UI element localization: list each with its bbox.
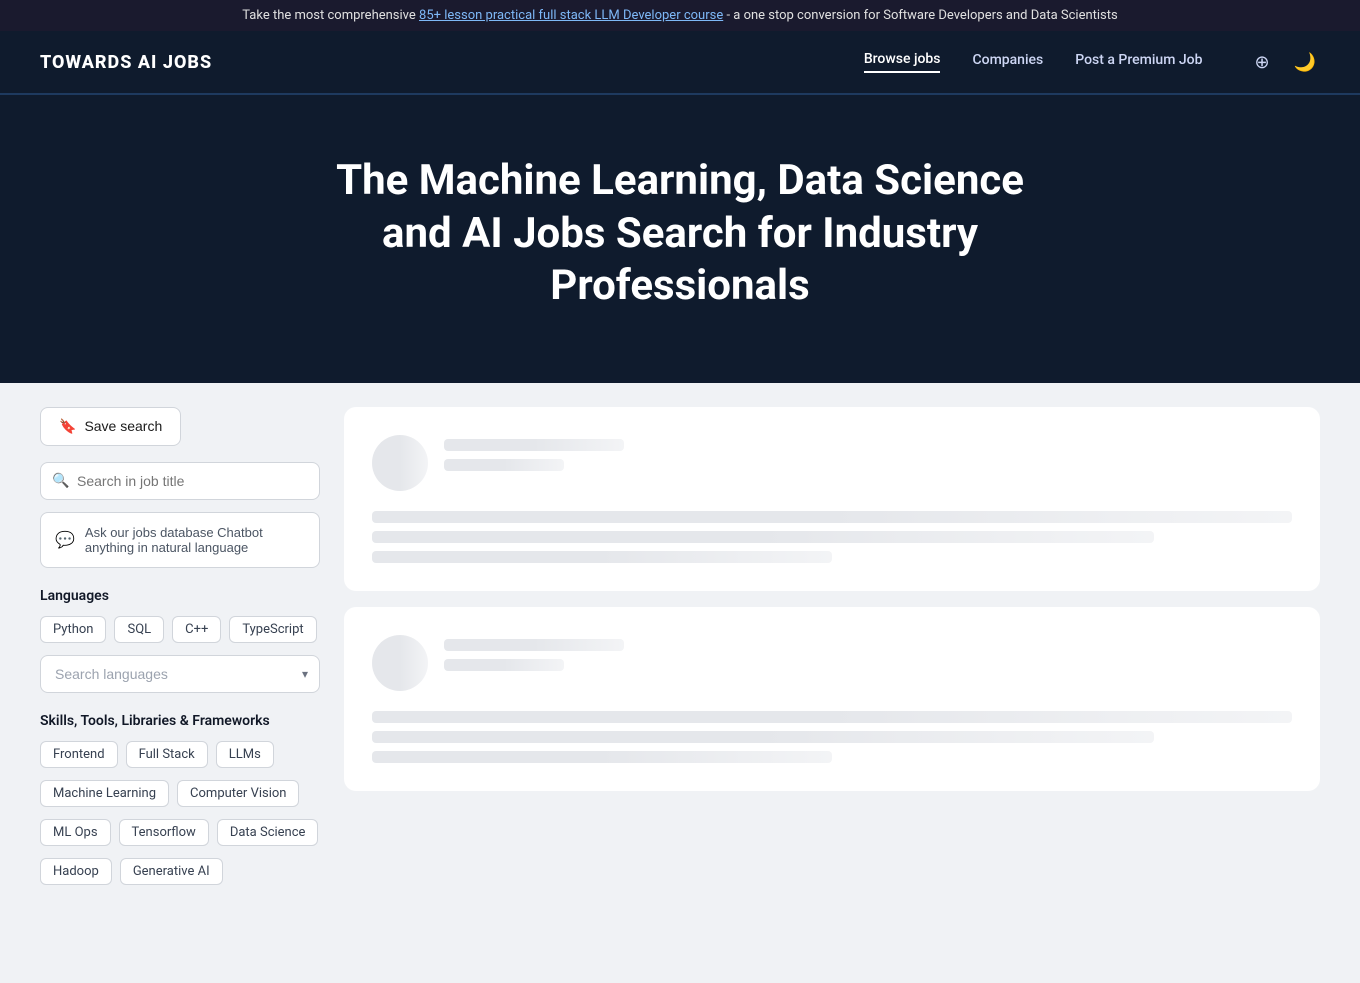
login-button[interactable]: ⊕ — [1250, 48, 1273, 77]
site-logo[interactable]: TOWARDS AI JOBS — [40, 52, 212, 73]
languages-dropdown-wrapper: Search languages ▾ — [40, 655, 320, 693]
skeleton-body-2 — [372, 711, 1292, 763]
tag-fullstack[interactable]: Full Stack — [126, 741, 208, 768]
skeleton-title-1 — [444, 439, 624, 451]
skeleton-body-1 — [372, 511, 1292, 563]
tag-llms[interactable]: LLMs — [216, 741, 274, 768]
tag-hadoop[interactable]: Hadoop — [40, 858, 112, 885]
skeleton-avatar-1 — [372, 435, 428, 491]
tag-datascience[interactable]: Data Science — [217, 819, 319, 846]
tag-sql[interactable]: SQL — [114, 616, 164, 643]
job-title-search-wrapper: 🔍 — [40, 462, 320, 500]
skill-tags-row1: Frontend Full Stack LLMs — [40, 741, 320, 768]
header: TOWARDS AI JOBS Browse jobs Companies Po… — [0, 31, 1360, 95]
skeleton-title-2 — [444, 639, 624, 651]
main-content: 🔖 Save search 🔍 💬 Ask our jobs database … — [0, 383, 1360, 983]
save-search-label: Save search — [84, 418, 162, 434]
skeleton-body-line-1c — [372, 551, 832, 563]
language-tags: Python SQL C++ TypeScript — [40, 616, 320, 643]
skeleton-body-line-1a — [372, 511, 1292, 523]
tag-cv[interactable]: Computer Vision — [177, 780, 299, 807]
skill-tags-row4: Hadoop Generative AI — [40, 858, 320, 885]
search-icon: 🔍 — [52, 473, 69, 489]
languages-label: Languages — [40, 588, 320, 604]
skeleton-subtitle-2 — [444, 659, 564, 671]
tag-mlops[interactable]: ML Ops — [40, 819, 111, 846]
top-banner: Take the most comprehensive 85+ lesson p… — [0, 0, 1360, 31]
skeleton-header-lines-2 — [444, 635, 1292, 671]
hero-title: The Machine Learning, Data Science and A… — [330, 155, 1030, 313]
hero-section: The Machine Learning, Data Science and A… — [0, 95, 1360, 383]
skill-tags-row2: Machine Learning Computer Vision — [40, 780, 320, 807]
skeleton-body-line-2b — [372, 731, 1154, 743]
skeleton-subtitle-1 — [444, 459, 564, 471]
tag-frontend[interactable]: Frontend — [40, 741, 118, 768]
skills-label: Skills, Tools, Libraries & Frameworks — [40, 713, 320, 729]
job-card-skeleton-1 — [344, 407, 1320, 591]
skeleton-body-line-2a — [372, 711, 1292, 723]
nav-icons: ⊕ 🌙 — [1250, 48, 1320, 77]
job-card-skeleton-2 — [344, 607, 1320, 791]
banner-text-before: Take the most comprehensive — [242, 8, 419, 23]
skeleton-header-lines-1 — [444, 435, 1292, 471]
nav-companies[interactable]: Companies — [972, 52, 1043, 72]
darkmode-icon: 🌙 — [1294, 52, 1316, 72]
tag-tensorflow[interactable]: Tensorflow — [119, 819, 209, 846]
nav-post-job[interactable]: Post a Premium Job — [1075, 52, 1202, 72]
tag-typescript[interactable]: TypeScript — [229, 616, 316, 643]
search-languages-select[interactable]: Search languages — [40, 655, 320, 693]
card-header-2 — [372, 635, 1292, 691]
tag-genai[interactable]: Generative AI — [120, 858, 223, 885]
skeleton-body-line-2c — [372, 751, 832, 763]
chatbot-button[interactable]: 💬 Ask our jobs database Chatbot anything… — [40, 512, 320, 568]
banner-text-after: - a one stop conversion for Software Dev… — [723, 8, 1118, 23]
skill-tags-row3: ML Ops Tensorflow Data Science — [40, 819, 320, 846]
job-title-search-input[interactable] — [40, 462, 320, 500]
tag-python[interactable]: Python — [40, 616, 106, 643]
darkmode-button[interactable]: 🌙 — [1290, 48, 1320, 77]
jobs-area — [344, 407, 1320, 959]
login-icon: ⊕ — [1254, 52, 1269, 72]
main-nav: Browse jobs Companies Post a Premium Job… — [864, 48, 1320, 77]
sidebar: 🔖 Save search 🔍 💬 Ask our jobs database … — [40, 407, 320, 959]
nav-browse-jobs[interactable]: Browse jobs — [864, 51, 941, 73]
save-search-button[interactable]: 🔖 Save search — [40, 407, 181, 446]
card-header-1 — [372, 435, 1292, 491]
chat-icon: 💬 — [55, 530, 75, 550]
skeleton-avatar-2 — [372, 635, 428, 691]
skeleton-body-line-1b — [372, 531, 1154, 543]
chatbot-text: Ask our jobs database Chatbot anything i… — [85, 525, 263, 555]
tag-cpp[interactable]: C++ — [172, 616, 221, 643]
tag-ml[interactable]: Machine Learning — [40, 780, 169, 807]
save-icon: 🔖 — [59, 418, 76, 435]
banner-link[interactable]: 85+ lesson practical full stack LLM Deve… — [419, 8, 723, 23]
